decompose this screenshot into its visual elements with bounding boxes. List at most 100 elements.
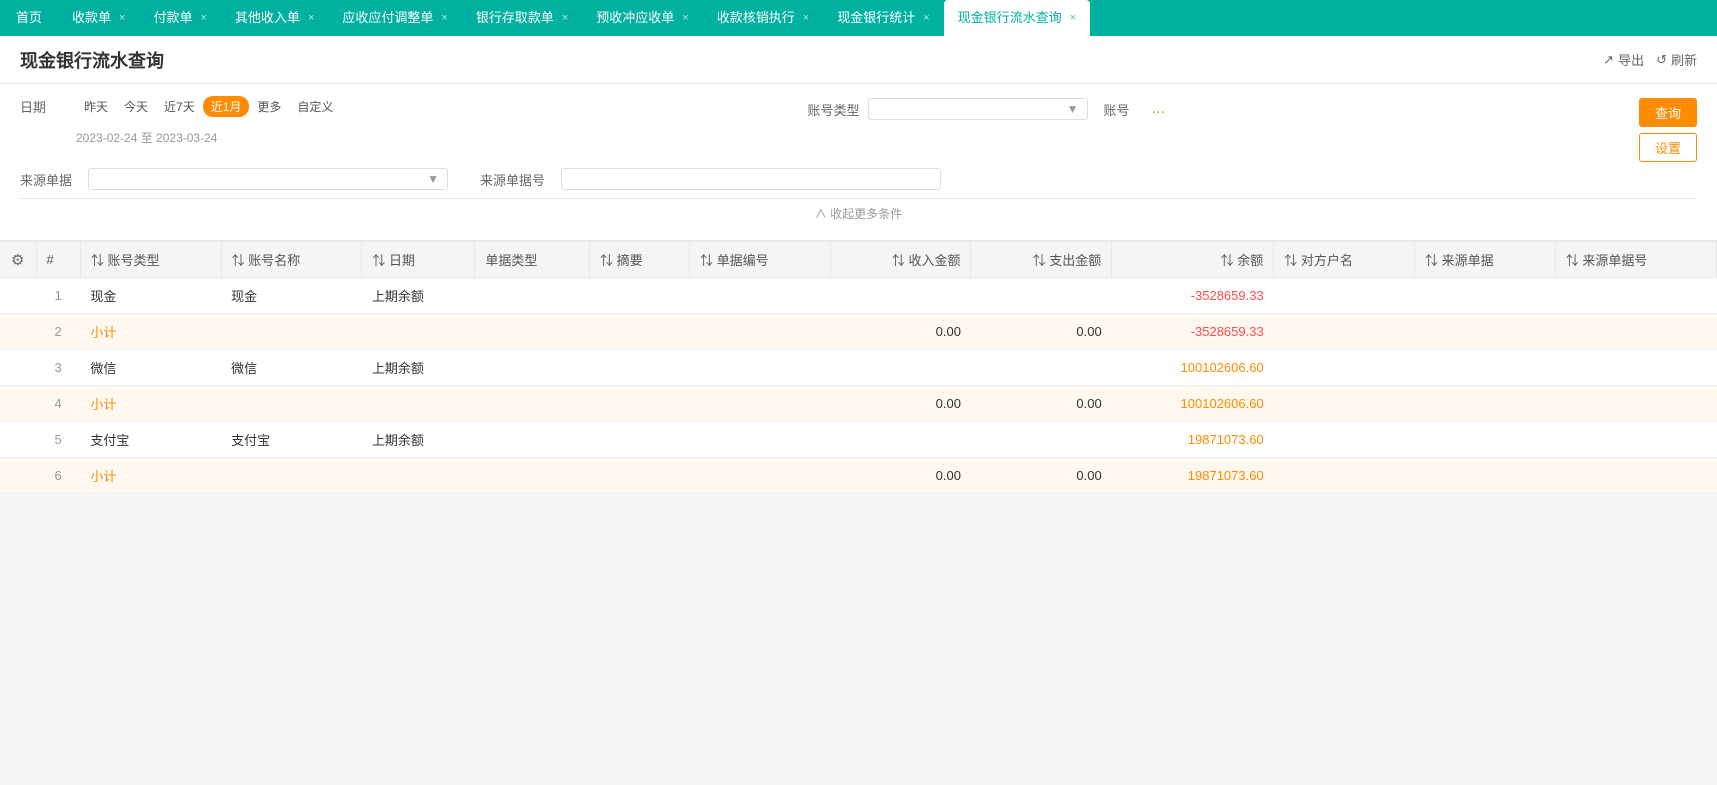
close-icon[interactable]: × (1070, 0, 1076, 36)
cell-index: 1 (36, 278, 80, 314)
cell-source-doc-no (1555, 350, 1716, 386)
column-date[interactable]: ⇅ 日期 (362, 242, 475, 278)
cell-source-doc (1414, 458, 1555, 494)
cell-doc-type (475, 350, 590, 386)
date-7days[interactable]: 近7天 (156, 96, 203, 117)
column-summary[interactable]: ⇅ 摘要 (590, 242, 690, 278)
chevron-down-icon: ▼ (1067, 102, 1079, 116)
cell-balance: -3528659.33 (1112, 314, 1274, 350)
cell-gear (0, 422, 36, 458)
cell-counterparty (1274, 422, 1415, 458)
column-doc-no[interactable]: ⇅ 单据编号 (689, 242, 830, 278)
cell-account-name (221, 458, 362, 494)
page-title: 现金银行流水查询 (20, 47, 164, 73)
column-gear[interactable]: ⚙ (0, 242, 36, 278)
column-account-name[interactable]: ⇅ 账号名称 (221, 242, 362, 278)
close-icon[interactable]: × (200, 0, 206, 36)
date-more[interactable]: 更多 (249, 96, 289, 117)
cell-income (830, 422, 971, 458)
cell-summary (590, 314, 690, 350)
export-icon: ↗ (1603, 52, 1614, 68)
column-source-doc[interactable]: ⇅ 来源单据 (1414, 242, 1555, 278)
cell-expense (971, 350, 1112, 386)
column-expense[interactable]: ⇅ 支出金额 (971, 242, 1112, 278)
refresh-button[interactable]: ↺ 刷新 (1656, 50, 1697, 69)
cell-source-doc (1414, 386, 1555, 422)
cell-income (830, 350, 971, 386)
date-today[interactable]: 今天 (116, 96, 156, 117)
query-button[interactable]: 查询 (1639, 98, 1697, 127)
date-label: 日期 (20, 97, 60, 116)
account-type-select[interactable]: ▼ (868, 98, 1088, 120)
date-filter-buttons: 昨天 今天 近7天 近1月 更多 自定义 (76, 96, 341, 117)
cell-gear (0, 386, 36, 422)
cell-expense: 0.00 (971, 458, 1112, 494)
column-counterparty[interactable]: ⇅ 对方户名 (1274, 242, 1415, 278)
cell-date: 上期余额 (362, 350, 475, 386)
chevron-down-icon: ▼ (427, 172, 439, 186)
account-dots-button[interactable]: ... (1152, 100, 1165, 118)
cell-gear (0, 278, 36, 314)
column-income[interactable]: ⇅ 收入金额 (830, 242, 971, 278)
nav-tab-yingshou[interactable]: 应收应付调整单 × (328, 0, 461, 36)
date-1month[interactable]: 近1月 (203, 96, 250, 117)
date-custom[interactable]: 自定义 (289, 96, 341, 117)
cell-index: 3 (36, 350, 80, 386)
cell-source-doc-no (1555, 386, 1716, 422)
cell-gear (0, 314, 36, 350)
close-icon[interactable]: × (562, 0, 568, 36)
nav-tab-yinhang[interactable]: 银行存取款单 × (462, 0, 582, 36)
cell-account-type: 微信 (80, 350, 221, 386)
column-source-doc-no[interactable]: ⇅ 来源单据号 (1555, 242, 1716, 278)
date-range-display: 2023-02-24 至 2023-03-24 (76, 131, 217, 145)
cell-doc-type (475, 278, 590, 314)
close-icon[interactable]: × (441, 0, 447, 36)
cell-income (830, 278, 971, 314)
cell-summary (590, 350, 690, 386)
refresh-icon: ↺ (1656, 52, 1667, 68)
cell-index: 4 (36, 386, 80, 422)
close-icon[interactable]: × (682, 0, 688, 36)
cell-expense: 0.00 (971, 314, 1112, 350)
nav-tab-liushui[interactable]: 现金银行流水查询 × (944, 0, 1090, 36)
close-icon[interactable]: × (308, 0, 314, 36)
cell-balance: 19871073.60 (1112, 458, 1274, 494)
column-balance[interactable]: ⇅ 余额 (1112, 242, 1274, 278)
cell-date (362, 386, 475, 422)
nav-tab-yushou[interactable]: 预收冲应收单 × (582, 0, 702, 36)
cell-doc-no (689, 350, 830, 386)
nav-tab-tongji[interactable]: 现金银行统计 × (823, 0, 943, 36)
source-doc-label: 来源单据 (20, 170, 72, 189)
cell-doc-no (689, 278, 830, 314)
close-icon[interactable]: × (923, 0, 929, 36)
column-doc-type[interactable]: 单据类型 (475, 242, 590, 278)
cell-summary (590, 386, 690, 422)
source-doc-no-input[interactable] (561, 168, 941, 190)
nav-tab-qita[interactable]: 其他收入单 × (221, 0, 328, 36)
source-doc-select[interactable]: ▼ (88, 168, 448, 190)
export-button[interactable]: ↗ 导出 (1603, 50, 1644, 69)
nav-home[interactable]: 首页 (0, 0, 58, 36)
nav-tab-hexiao[interactable]: 收款核销执行 × (703, 0, 823, 36)
cell-expense (971, 422, 1112, 458)
cell-counterparty (1274, 278, 1415, 314)
column-account-type[interactable]: ⇅ 账号类型 (80, 242, 221, 278)
cell-doc-no (689, 422, 830, 458)
date-yesterday[interactable]: 昨天 (76, 96, 116, 117)
gear-icon[interactable]: ⚙ (11, 252, 24, 269)
cell-account-name: 现金 (221, 278, 362, 314)
cell-account-type: 支付宝 (80, 422, 221, 458)
cell-income: 0.00 (830, 458, 971, 494)
setting-button[interactable]: 设置 (1639, 133, 1697, 162)
table-header-row: ⚙ # ⇅ 账号类型 ⇅ 账号名称 ⇅ 日期 单据类型 ⇅ 摘要 ⇅ 单据编号 (0, 242, 1717, 278)
cell-gear (0, 458, 36, 494)
nav-tab-fukuan[interactable]: 付款单 × (139, 0, 220, 36)
cell-balance: 100102606.60 (1112, 386, 1274, 422)
collapse-filters-button[interactable]: ∧ 收起更多条件 (20, 198, 1697, 228)
nav-tab-shoudan[interactable]: 收款单 × (58, 0, 139, 36)
cell-account-name (221, 314, 362, 350)
close-icon[interactable]: × (803, 0, 809, 36)
cell-expense: 0.00 (971, 386, 1112, 422)
cell-gear (0, 350, 36, 386)
close-icon[interactable]: × (119, 0, 125, 36)
